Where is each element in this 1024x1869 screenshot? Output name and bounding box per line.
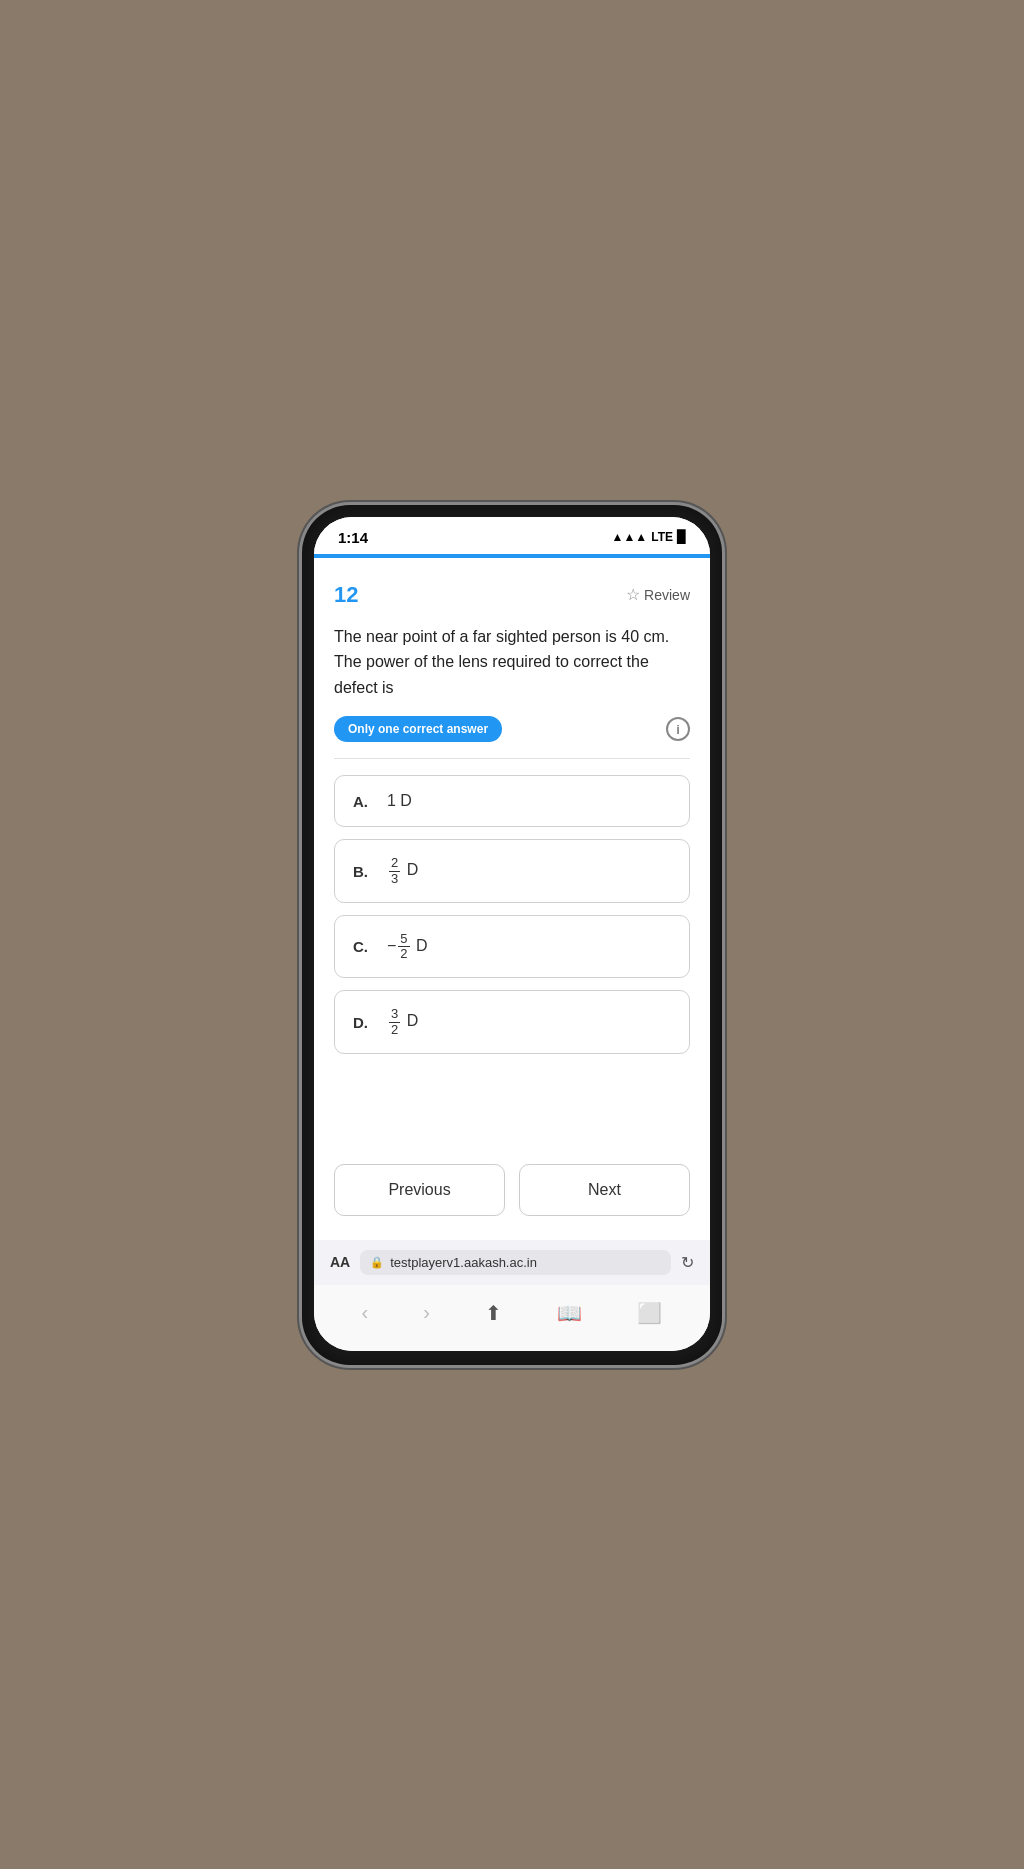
review-label: Review	[644, 587, 690, 603]
share-button[interactable]: ⬆	[475, 1295, 512, 1331]
option-d-text: 3 2 D	[387, 1007, 418, 1037]
browser-bar: AA 🔒 testplayerv1.aakash.ac.in ↻	[314, 1240, 710, 1285]
option-a[interactable]: A. 1 D	[334, 775, 690, 827]
bookmarks-button[interactable]: 📖	[547, 1295, 592, 1331]
signal-bars-icon: ▲▲▲	[612, 530, 648, 544]
forward-button[interactable]: ›	[413, 1295, 440, 1330]
option-a-text: 1 D	[387, 792, 412, 810]
option-c-label: C.	[353, 938, 375, 955]
info-label: i	[676, 722, 680, 737]
question-number: 12	[334, 582, 358, 608]
question-text: The near point of a far sighted person i…	[334, 624, 690, 701]
status-icons: ▲▲▲ LTE ▉	[612, 530, 686, 544]
option-b-text: 2 3 D	[387, 856, 418, 886]
fraction-c: 5 2	[398, 932, 409, 962]
answer-type-badge: Only one correct answer	[334, 716, 502, 742]
options-list: A. 1 D B. 2 3 D C.	[334, 775, 690, 1054]
info-icon[interactable]: i	[666, 717, 690, 741]
phone-frame: 1:14 ▲▲▲ LTE ▉ 12 ☆ Review The near poin…	[302, 505, 722, 1365]
status-time: 1:14	[338, 529, 368, 546]
main-content: 12 ☆ Review The near point of a far sigh…	[314, 558, 710, 1240]
back-button[interactable]: ‹	[352, 1295, 379, 1330]
battery-icon: ▉	[677, 530, 686, 544]
fraction-b: 2 3	[389, 856, 400, 886]
option-c-text: − 5 2 D	[387, 932, 428, 962]
browser-aa[interactable]: AA	[330, 1254, 350, 1270]
phone-screen: 1:14 ▲▲▲ LTE ▉ 12 ☆ Review The near poin…	[314, 517, 710, 1351]
option-c[interactable]: C. − 5 2 D	[334, 915, 690, 979]
option-b-label: B.	[353, 863, 375, 880]
previous-button[interactable]: Previous	[334, 1164, 505, 1216]
url-text: testplayerv1.aakash.ac.in	[390, 1255, 537, 1270]
option-d-label: D.	[353, 1014, 375, 1031]
question-header: 12 ☆ Review	[334, 582, 690, 608]
browser-url-bar[interactable]: 🔒 testplayerv1.aakash.ac.in	[360, 1250, 671, 1275]
navigation-buttons: Previous Next	[334, 1156, 690, 1216]
bottom-nav: ‹ › ⬆ 📖 ⬜	[314, 1285, 710, 1351]
option-b[interactable]: B. 2 3 D	[334, 839, 690, 903]
reload-icon[interactable]: ↻	[681, 1253, 694, 1272]
badge-row: Only one correct answer i	[334, 716, 690, 742]
review-button[interactable]: ☆ Review	[626, 585, 690, 604]
option-d[interactable]: D. 3 2 D	[334, 990, 690, 1054]
tabs-button[interactable]: ⬜	[627, 1295, 672, 1331]
option-a-label: A.	[353, 793, 375, 810]
lte-label: LTE	[651, 530, 673, 544]
lock-icon: 🔒	[370, 1256, 384, 1269]
next-button[interactable]: Next	[519, 1164, 690, 1216]
divider	[334, 758, 690, 759]
fraction-d: 3 2	[389, 1007, 400, 1037]
status-bar: 1:14 ▲▲▲ LTE ▉	[314, 517, 710, 554]
star-icon: ☆	[626, 585, 640, 604]
